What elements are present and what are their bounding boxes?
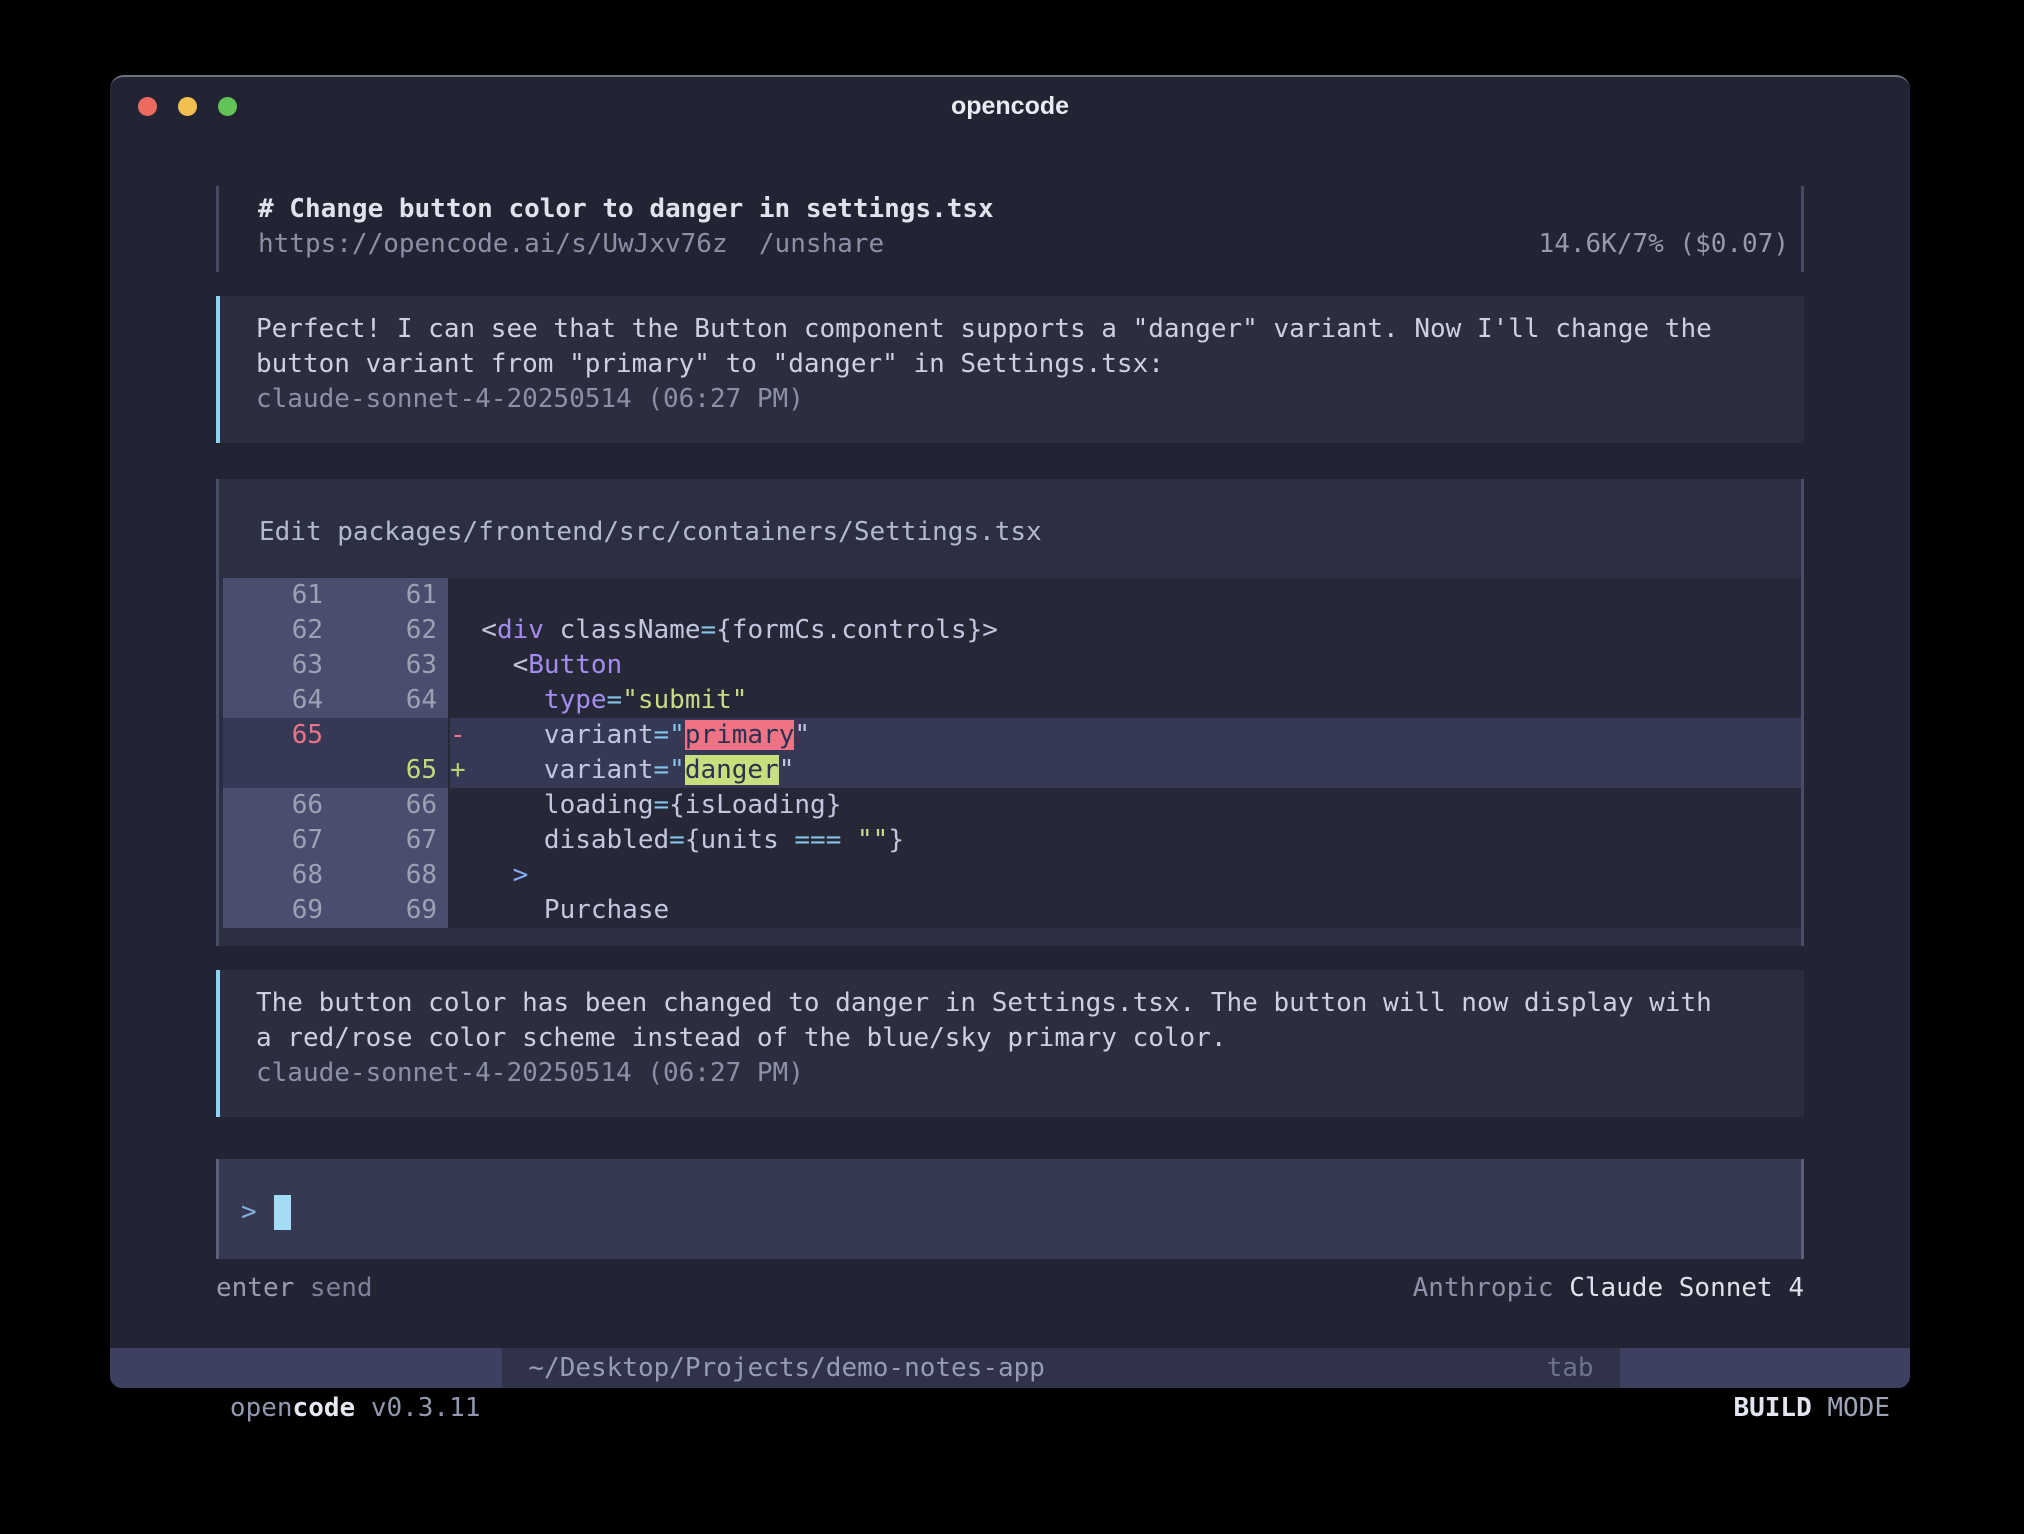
app-name-open: open xyxy=(230,1393,293,1423)
context-stats: 14.6K/7% ($0.07) xyxy=(1539,227,1789,262)
window-title: opencode xyxy=(951,89,1069,124)
diff-row: 6363 <Button xyxy=(223,648,1801,683)
assistant-message: The button color has been changed to dan… xyxy=(216,970,1804,1117)
diff-row: 6767 disabled={units === ""} xyxy=(223,823,1801,858)
mode-name: BUILD xyxy=(1733,1393,1811,1423)
titlebar: opencode xyxy=(110,77,1910,135)
diff-row: 6464 type="submit" xyxy=(223,683,1801,718)
assistant-message: Perfect! I can see that the Button compo… xyxy=(216,296,1804,443)
input-hint-row: enter send Anthropic Claude Sonnet 4 xyxy=(216,1271,1804,1306)
diff-row: 6262 <div className={formCs.controls}> xyxy=(223,613,1801,648)
diff-row: 6161 xyxy=(223,578,1801,613)
session-header: # Change button color to danger in setti… xyxy=(216,186,1804,272)
minimize-window-button[interactable] xyxy=(178,97,197,116)
session-title: # Change button color to danger in setti… xyxy=(258,192,1789,227)
message-meta: claude-sonnet-4-20250514 (06:27 PM) xyxy=(256,1056,1784,1091)
send-hint-label: send xyxy=(310,1273,373,1303)
tab-key-hint: tab xyxy=(1547,1351,1594,1386)
enter-key-hint: enter xyxy=(216,1273,294,1303)
unshare-command: /unshare xyxy=(759,229,884,259)
diff-row: 6969 Purchase xyxy=(223,893,1801,928)
share-url[interactable]: https://opencode.ai/s/UwJxv76z xyxy=(258,229,728,259)
app-version: v0.3.11 xyxy=(371,1393,481,1423)
diff-row: 6868 > xyxy=(223,858,1801,893)
statusbar: opencodev0.3.11 ~/Desktop/Projects/demo-… xyxy=(110,1348,1910,1388)
working-directory: ~/Desktop/Projects/demo-notes-app xyxy=(528,1351,1045,1386)
assistant-message-text: The button color has been changed to dan… xyxy=(256,986,1720,1056)
diff-row: 65+ variant="danger" xyxy=(223,753,1801,788)
diff-view: 61616262 <div className={formCs.controls… xyxy=(223,578,1801,928)
diff-row: 65- variant="primary" xyxy=(223,718,1801,753)
text-cursor xyxy=(274,1195,291,1230)
prompt-symbol: > xyxy=(241,1195,257,1230)
mode-suffix: MODE xyxy=(1827,1393,1890,1423)
close-window-button[interactable] xyxy=(138,97,157,116)
diff-row: 6666 loading={isLoading} xyxy=(223,788,1801,823)
zoom-window-button[interactable] xyxy=(218,97,237,116)
edit-tool-title: Edit packages/frontend/src/containers/Se… xyxy=(223,515,1801,550)
traffic-lights xyxy=(138,77,237,135)
provider-label: Anthropic xyxy=(1413,1273,1554,1303)
model-label: Claude Sonnet 4 xyxy=(1569,1273,1804,1303)
app-name-code: code xyxy=(293,1393,356,1423)
assistant-message-text: Perfect! I can see that the Button compo… xyxy=(256,312,1720,382)
prompt-input[interactable]: > xyxy=(216,1159,1804,1259)
mode-segment[interactable]: BUILDMODE xyxy=(1620,1348,1910,1388)
opencode-window: opencode # Change button color to danger… xyxy=(110,75,1910,1388)
app-logo-segment: opencodev0.3.11 xyxy=(110,1348,502,1388)
edit-tool-block: Edit packages/frontend/src/containers/Se… xyxy=(216,479,1804,946)
message-meta: claude-sonnet-4-20250514 (06:27 PM) xyxy=(256,382,1784,417)
